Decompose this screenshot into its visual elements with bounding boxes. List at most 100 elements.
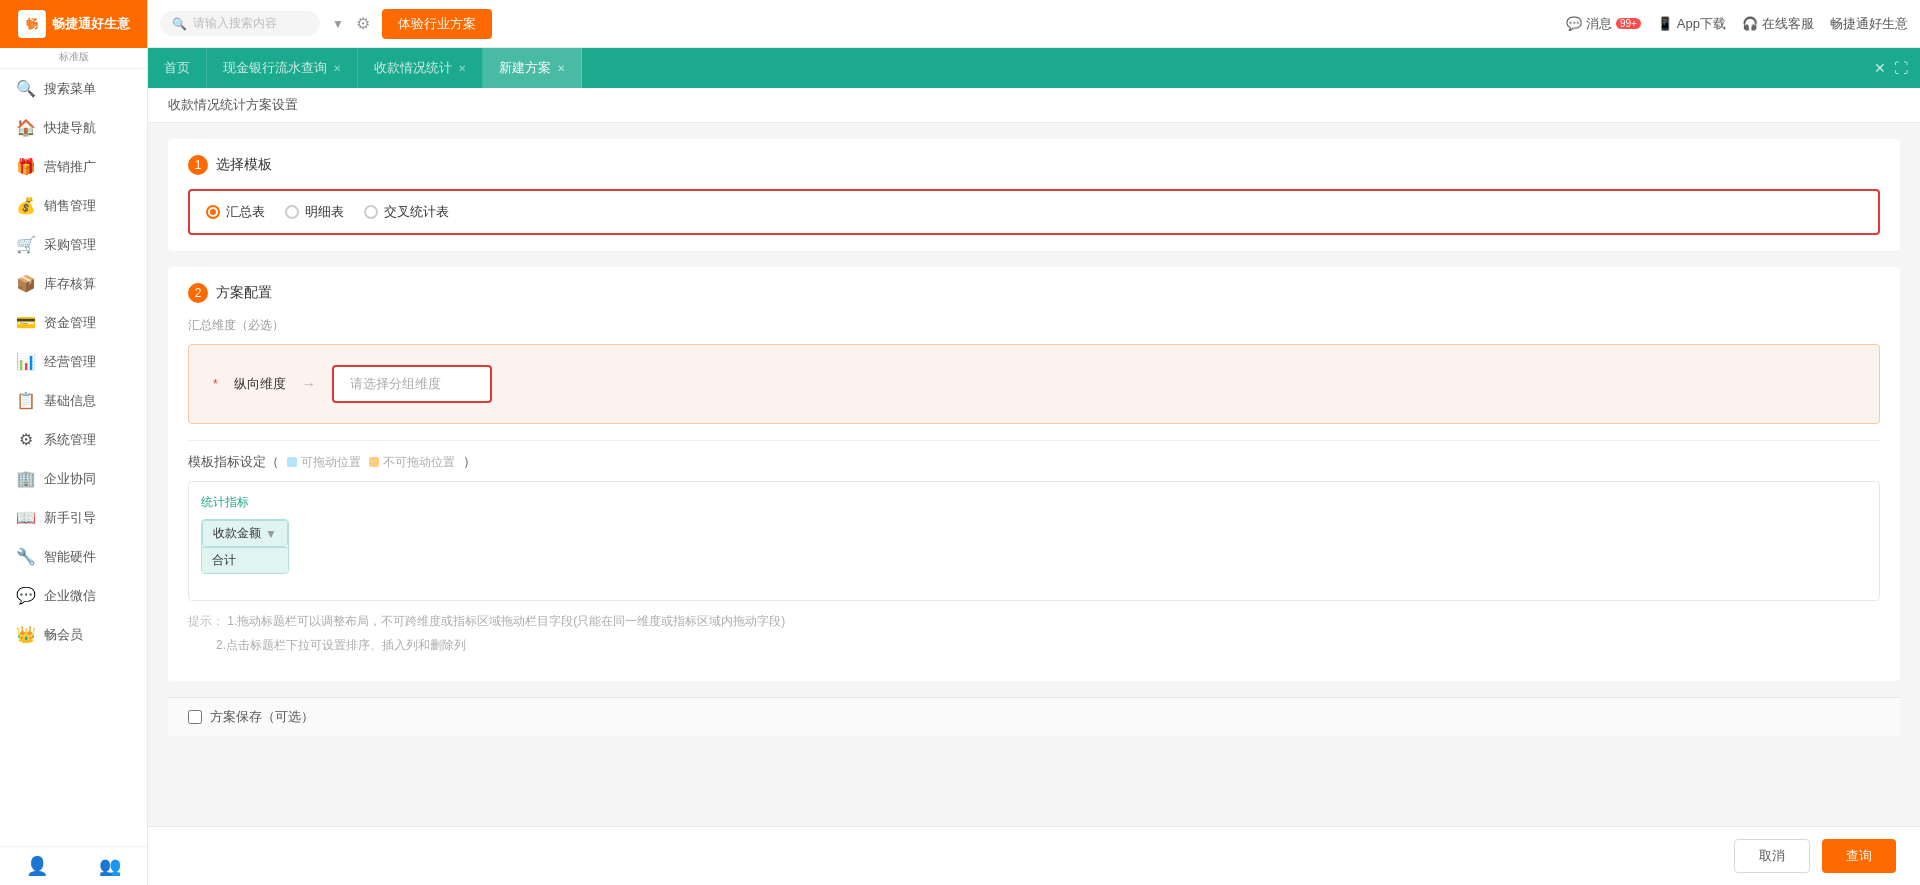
tab-label-cash-flow: 现金银行流水查询 xyxy=(223,59,327,77)
metrics-tag-amount-label: 收款金额 xyxy=(213,525,261,542)
sidebar-item-purchase[interactable]: 🛒 采购管理 xyxy=(0,225,147,264)
quick-nav-icon: 🏠 xyxy=(16,118,36,137)
sidebar-item-system[interactable]: ⚙系统管理 xyxy=(0,420,147,459)
tab-label-home: 首页 xyxy=(164,59,190,77)
message-icon: 💬 xyxy=(1566,16,1582,31)
radio-cross-label: 交叉统计表 xyxy=(384,203,449,221)
sidebar-label-hardware: 智能硬件 xyxy=(44,548,96,566)
sidebar-item-quick-nav[interactable]: 🏠 快捷导航 xyxy=(0,108,147,147)
dimension-area: * 纵向维度 → 请选择分组维度 xyxy=(188,344,1880,424)
cancel-button[interactable]: 取消 xyxy=(1734,839,1810,873)
step1-title: 选择模板 xyxy=(216,156,272,174)
sidebar-item-inventory[interactable]: 📦库存核算 xyxy=(0,264,147,303)
tips-item1: 1.拖动标题栏可以调整布局，不可跨维度或指标区域拖动栏目字段(只能在同一维度或指… xyxy=(227,614,785,628)
logo-icon: 畅 xyxy=(18,10,46,38)
radio-summary-label: 汇总表 xyxy=(226,203,265,221)
step1-card: 1 选择模板 汇总表 明细表 xyxy=(168,139,1900,251)
query-button[interactable]: 查询 xyxy=(1822,839,1896,873)
close-window-icon[interactable]: ✕ xyxy=(1874,60,1886,76)
dim-select-box[interactable]: 请选择分组维度 xyxy=(332,365,492,403)
sidebar-item-fund[interactable]: 💳资金管理 xyxy=(0,303,147,342)
hardware-icon: 🔧 xyxy=(16,547,36,566)
radio-detail-circle xyxy=(285,205,299,219)
metrics-label: 模板指标设定（ xyxy=(188,453,279,471)
sidebar-bottom-item2[interactable]: 👥 xyxy=(99,855,121,877)
sidebar-item-sales[interactable]: 💰销售管理 xyxy=(0,186,147,225)
sidebar-bottom-item1[interactable]: 👤 xyxy=(26,855,48,877)
radio-cross-circle xyxy=(364,205,378,219)
radio-group: 汇总表 明细表 交叉统计表 xyxy=(206,203,449,221)
metrics-category-label: 统计指标 xyxy=(201,494,1867,511)
gear-icon[interactable]: ⚙ xyxy=(356,14,370,33)
save-checkbox[interactable] xyxy=(188,710,202,724)
edition-label: 标准版 xyxy=(0,48,147,69)
draggable-label: 可拖动位置 xyxy=(301,454,361,471)
radio-summary-circle xyxy=(206,205,220,219)
sidebar-label-wechat: 企业微信 xyxy=(44,587,96,605)
sidebar-bottom: 👤 👥 xyxy=(0,846,147,885)
marketing-icon: 🎁 xyxy=(16,157,36,176)
radio-summary[interactable]: 汇总表 xyxy=(206,203,265,221)
tab-new-plan[interactable]: 新建方案 ✕ xyxy=(483,48,582,88)
tab-actions: ✕ ⛶ xyxy=(1862,48,1920,88)
sidebar-label-quick-nav: 快捷导航 xyxy=(44,119,96,137)
message-button[interactable]: 💬 消息 99+ xyxy=(1566,15,1641,33)
sidebar-label-purchase: 采购管理 xyxy=(44,236,96,254)
main-area: 🔍 请输入搜索内容 ▼ ⚙ 体验行业方案 💬 消息 99+ 📱 App下载 🎧 … xyxy=(148,0,1920,885)
tab-close-receipt-stats[interactable]: ✕ xyxy=(458,63,466,74)
metrics-tag-arrow-icon: ▼ xyxy=(265,527,277,541)
sidebar-label-fund: 资金管理 xyxy=(44,314,96,332)
metrics-close-paren: ） xyxy=(463,453,476,471)
sidebar-label-marketing: 营销推广 xyxy=(44,158,96,176)
sidebar-item-wechat[interactable]: 💬企业微信 xyxy=(0,576,147,615)
system-icon: ⚙ xyxy=(16,430,36,449)
user-icon: 👤 xyxy=(26,855,48,877)
metrics-area: 统计指标 收款金额 ▼ 合计 xyxy=(188,481,1880,601)
sidebar-item-hardware[interactable]: 🔧 智能硬件 xyxy=(0,537,147,576)
sidebar-item-guide[interactable]: 📖新手引导 xyxy=(0,498,147,537)
sidebar-item-enterprise[interactable]: 🏢企业协同 xyxy=(0,459,147,498)
topbar-dropdown[interactable]: ▼ xyxy=(332,17,344,31)
tab-label-new-plan: 新建方案 xyxy=(499,59,551,77)
tab-home[interactable]: 首页 xyxy=(148,48,207,88)
operation-icon: 📊 xyxy=(16,352,36,371)
service-label: 在线客服 xyxy=(1762,15,1814,33)
sidebar-label-guide: 新手引导 xyxy=(44,509,96,527)
purchase-icon: 🛒 xyxy=(16,235,36,254)
content-area: 收款情况统计方案设置 1 选择模板 汇总表 xyxy=(148,88,1920,885)
sidebar-item-operation[interactable]: 📊 经营管理 xyxy=(0,342,147,381)
maximize-icon[interactable]: ⛶ xyxy=(1894,60,1908,76)
sidebar-item-base-info[interactable]: 📋基础信息 xyxy=(0,381,147,420)
metrics-tag-subtotal: 合计 xyxy=(202,547,288,573)
radio-detail[interactable]: 明细表 xyxy=(285,203,344,221)
step2-title: 方案配置 xyxy=(216,284,272,302)
tab-cash-flow[interactable]: 现金银行流水查询 ✕ xyxy=(207,48,358,88)
template-options: 汇总表 明细表 交叉统计表 xyxy=(188,189,1880,235)
save-row: 方案保存（可选） xyxy=(168,697,1900,736)
inventory-icon: 📦 xyxy=(16,274,36,293)
step1-num: 1 xyxy=(188,155,208,175)
search-placeholder: 请输入搜索内容 xyxy=(193,15,277,32)
metrics-tag-amount[interactable]: 收款金额 ▼ xyxy=(202,520,288,547)
sidebar: 畅 畅捷通好生意 标准版 🔍搜索菜单 🏠 快捷导航 🎁 营销推广 💰销售管理 🛒 采购管理 📦库… xyxy=(0,0,148,885)
tab-receipt-stats[interactable]: 收款情况统计 ✕ xyxy=(358,48,483,88)
sidebar-item-search-menu[interactable]: 🔍搜索菜单 xyxy=(0,69,147,108)
download-label: App下载 xyxy=(1677,15,1726,33)
fixed-dot xyxy=(369,457,379,467)
trial-button[interactable]: 体验行业方案 xyxy=(382,9,492,39)
service-button[interactable]: 🎧 在线客服 xyxy=(1742,15,1814,33)
users-icon: 👥 xyxy=(99,855,121,877)
topbar-right: 💬 消息 99+ 📱 App下载 🎧 在线客服 畅捷通好生意 xyxy=(1566,15,1908,33)
app-logo: 畅 畅捷通好生意 xyxy=(0,0,147,48)
radio-cross[interactable]: 交叉统计表 xyxy=(364,203,449,221)
metrics-header: 模板指标设定（ 可拖动位置 不可拖动位置 ） xyxy=(188,453,1880,471)
sidebar-item-member[interactable]: 👑畅会员 xyxy=(0,615,147,654)
sidebar-item-marketing[interactable]: 🎁 营销推广 xyxy=(0,147,147,186)
tab-close-cash-flow[interactable]: ✕ xyxy=(333,63,341,74)
sidebar-label-operation: 经营管理 xyxy=(44,353,96,371)
tab-close-new-plan[interactable]: ✕ xyxy=(557,63,565,74)
sales-icon: 💰 xyxy=(16,196,36,215)
topbar-search[interactable]: 🔍 请输入搜索内容 xyxy=(160,11,320,36)
draggable-dot xyxy=(287,457,297,467)
download-button[interactable]: 📱 App下载 xyxy=(1657,15,1726,33)
